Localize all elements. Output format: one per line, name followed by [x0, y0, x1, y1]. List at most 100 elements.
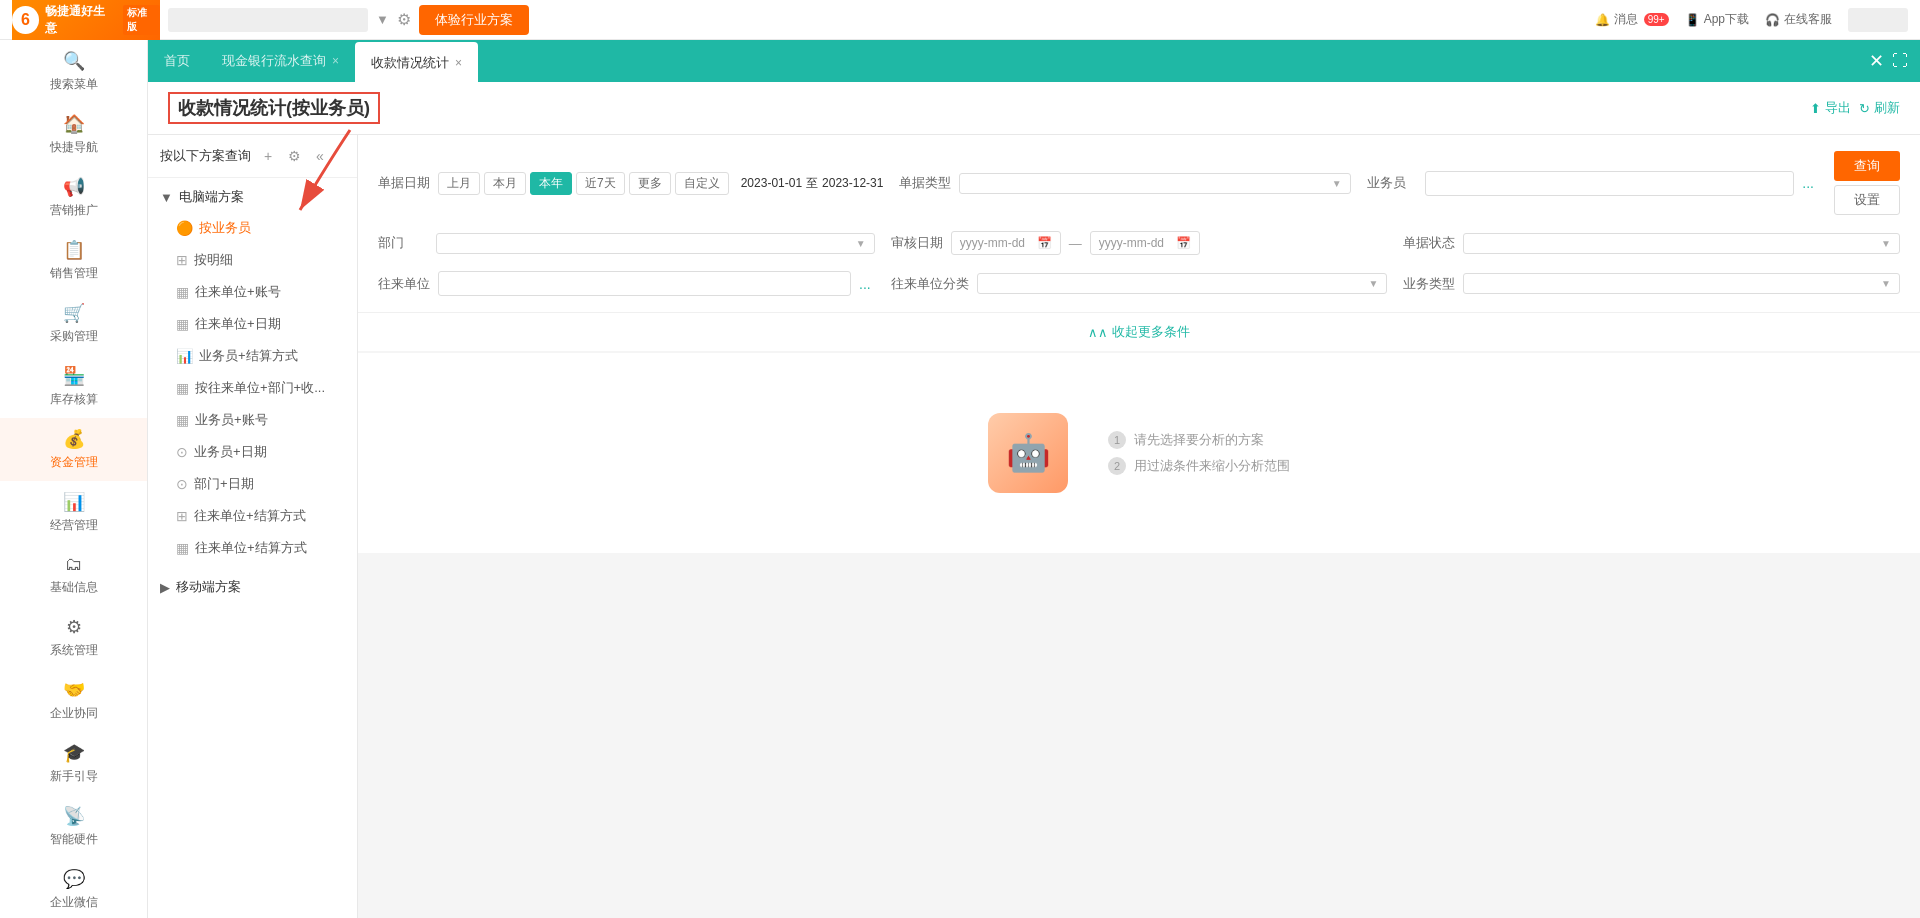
partner-input[interactable] [438, 271, 851, 296]
scheme-collapse-button[interactable]: « [309, 145, 331, 167]
refresh-button[interactable]: ↻ 刷新 [1859, 99, 1900, 117]
page-header: 收款情况统计(按业务员) ⬆ 导出 ↻ 刷新 [148, 82, 1920, 135]
date-btn-last-7-days[interactable]: 近7天 [576, 172, 625, 195]
sidebar-item-enterprise[interactable]: 🤝 企业协同 [0, 669, 147, 732]
scheme-item-partner-payment1[interactable]: ⊞ 往来单位+结算方式 [148, 500, 357, 532]
sidebar-item-system[interactable]: ⚙ 系统管理 [0, 606, 147, 669]
group-label: 电脑端方案 [179, 188, 244, 206]
date-btn-custom[interactable]: 自定义 [675, 172, 729, 195]
dept-chevron: ▼ [856, 238, 866, 249]
settings-icon[interactable]: ⚙ [397, 10, 411, 29]
sidebar-item-basic-info[interactable]: 🗂 基础信息 [0, 544, 147, 606]
biz-type-chevron: ▼ [1881, 278, 1891, 289]
partner-payment1-icon: ⊞ [176, 508, 188, 524]
scheme-item-salesman-account[interactable]: ▦ 业务员+账号 [148, 404, 357, 436]
scheme-item-label: 按往来单位+部门+收... [195, 379, 325, 397]
app-download-area[interactable]: 📱 App下载 [1685, 11, 1749, 28]
edition-badge: 标准版 [123, 5, 160, 35]
online-service-area[interactable]: 🎧 在线客服 [1765, 11, 1832, 28]
date-label: 单据日期 [378, 174, 430, 192]
export-icon: ⬆ [1810, 101, 1821, 116]
partner-more-btn[interactable]: ... [855, 276, 875, 292]
basic-info-icon: 🗂 [65, 554, 83, 575]
scheme-group-mobile-title[interactable]: ▶ 移动端方案 [148, 572, 357, 602]
partner-category-chevron: ▼ [1368, 278, 1378, 289]
sidebar-item-quicknav[interactable]: 🏠 快捷导航 [0, 103, 147, 166]
dropdown-icon[interactable]: ▼ [376, 12, 389, 27]
empty-hint-2: 2 用过滤条件来缩小分析范围 [1108, 457, 1290, 475]
scheme-item-label: 业务员+账号 [195, 411, 268, 429]
scheme-item-label: 业务员+结算方式 [199, 347, 298, 365]
collapse-filter-button[interactable]: ∧∧ 收起更多条件 [358, 312, 1920, 351]
date-range-start: 2023-01-01 [741, 176, 802, 190]
sidebar-item-guide[interactable]: 🎓 新手引导 [0, 732, 147, 795]
scheme-item-partner-dept[interactable]: ▦ 按往来单位+部门+收... [148, 372, 357, 404]
date-btn-this-year[interactable]: 本年 [530, 172, 572, 195]
sidebar-item-inventory[interactable]: 🏪 库存核算 [0, 355, 147, 418]
scheme-item-partner-account[interactable]: ▦ 往来单位+账号 [148, 276, 357, 308]
trial-button[interactable]: 体验行业方案 [419, 5, 529, 35]
tab-bar-expand-icon[interactable]: ⛶ [1892, 52, 1908, 70]
notification-area[interactable]: 🔔 消息 99+ [1595, 11, 1669, 28]
doc-status-select[interactable]: ▼ [1463, 233, 1900, 254]
scheme-item-dept-date[interactable]: ⊙ 部门+日期 [148, 468, 357, 500]
salesman-input[interactable] [1425, 171, 1795, 196]
partner-category-label: 往来单位分类 [891, 275, 969, 293]
sidebar-item-operations[interactable]: 📊 经营管理 [0, 481, 147, 544]
tab-receipts-close[interactable]: × [455, 56, 462, 70]
query-button[interactable]: 查询 [1834, 151, 1900, 181]
scheme-item-by-salesman[interactable]: 🟠 按业务员 [148, 212, 357, 244]
tab-bar-close-icon[interactable]: ✕ [1869, 50, 1884, 72]
tab-bank-statement-close[interactable]: × [332, 54, 339, 68]
filter-partner-category: 往来单位分类 ▼ [891, 273, 1388, 294]
scheme-group-desktop-title[interactable]: ▼ 电脑端方案 [148, 182, 357, 212]
scheme-settings-button[interactable]: ⚙ [283, 145, 305, 167]
hint-2-text: 用过滤条件来缩小分析范围 [1134, 457, 1290, 475]
scheme-item-partner-date[interactable]: ▦ 往来单位+日期 [148, 308, 357, 340]
audit-date-label: 审核日期 [891, 234, 943, 252]
sidebar-item-marketing[interactable]: 📢 营销推广 [0, 166, 147, 229]
search-bar[interactable] [168, 8, 368, 32]
scheme-item-by-detail[interactable]: ⊞ 按明细 [148, 244, 357, 276]
export-button[interactable]: ⬆ 导出 [1810, 99, 1851, 117]
tab-home[interactable]: 首页 [148, 40, 206, 82]
tab-bank-statement-label: 现金银行流水查询 [222, 52, 326, 70]
add-scheme-button[interactable]: + [257, 145, 279, 167]
quicknav-icon: 🏠 [63, 113, 85, 135]
sidebar-item-smart-hardware[interactable]: 📡 智能硬件 [0, 795, 147, 858]
scheme-item-salesman-payment[interactable]: 📊 业务员+结算方式 [148, 340, 357, 372]
mobile-group-expand-icon: ▶ [160, 580, 170, 595]
audit-date-start[interactable]: yyyy-mm-dd 📅 [951, 231, 1061, 255]
sidebar-item-wechat[interactable]: 💬 企业微信 [0, 858, 147, 918]
wechat-icon: 💬 [63, 868, 85, 890]
collapse-icon: « [316, 148, 324, 164]
sidebar-item-sales[interactable]: 📋 销售管理 [0, 229, 147, 292]
settings-button[interactable]: 设置 [1834, 185, 1900, 215]
scheme-item-partner-payment2[interactable]: ▦ 往来单位+结算方式 [148, 532, 357, 564]
smart-hardware-icon: 📡 [63, 805, 85, 827]
sidebar-item-search[interactable]: 🔍 搜索菜单 [0, 40, 147, 103]
service-icon: 🎧 [1765, 13, 1780, 27]
date-btn-this-month[interactable]: 本月 [484, 172, 526, 195]
audit-date-end[interactable]: yyyy-mm-dd 📅 [1090, 231, 1200, 255]
date-btn-last-month[interactable]: 上月 [438, 172, 480, 195]
app-logo: 6 畅捷通好生意 标准版 [12, 0, 160, 40]
purchase-icon: 🛒 [63, 302, 85, 324]
scheme-item-salesman-date[interactable]: ⊙ 业务员+日期 [148, 436, 357, 468]
dept-select[interactable]: ▼ [436, 233, 875, 254]
partner-category-select[interactable]: ▼ [977, 273, 1388, 294]
hint-num-2: 2 [1108, 457, 1126, 475]
notification-label: 消息 [1614, 11, 1638, 28]
sidebar-item-purchase[interactable]: 🛒 采购管理 [0, 292, 147, 355]
user-avatar-area[interactable] [1848, 8, 1908, 32]
sidebar-item-finance[interactable]: 💰 资金管理 [0, 418, 147, 481]
date-btn-more[interactable]: 更多 [629, 172, 671, 195]
partner-date-icon: ▦ [176, 316, 189, 332]
doc-type-select[interactable]: ▼ [959, 173, 1350, 194]
dept-date-icon: ⊙ [176, 476, 188, 492]
salesman-more-btn[interactable]: ... [1798, 175, 1818, 191]
biz-type-select[interactable]: ▼ [1463, 273, 1900, 294]
tab-bank-statement[interactable]: 现金银行流水查询 × [206, 40, 355, 82]
tab-receipts[interactable]: 收款情况统计 × [355, 42, 478, 84]
partner-dept-icon: ▦ [176, 380, 189, 396]
